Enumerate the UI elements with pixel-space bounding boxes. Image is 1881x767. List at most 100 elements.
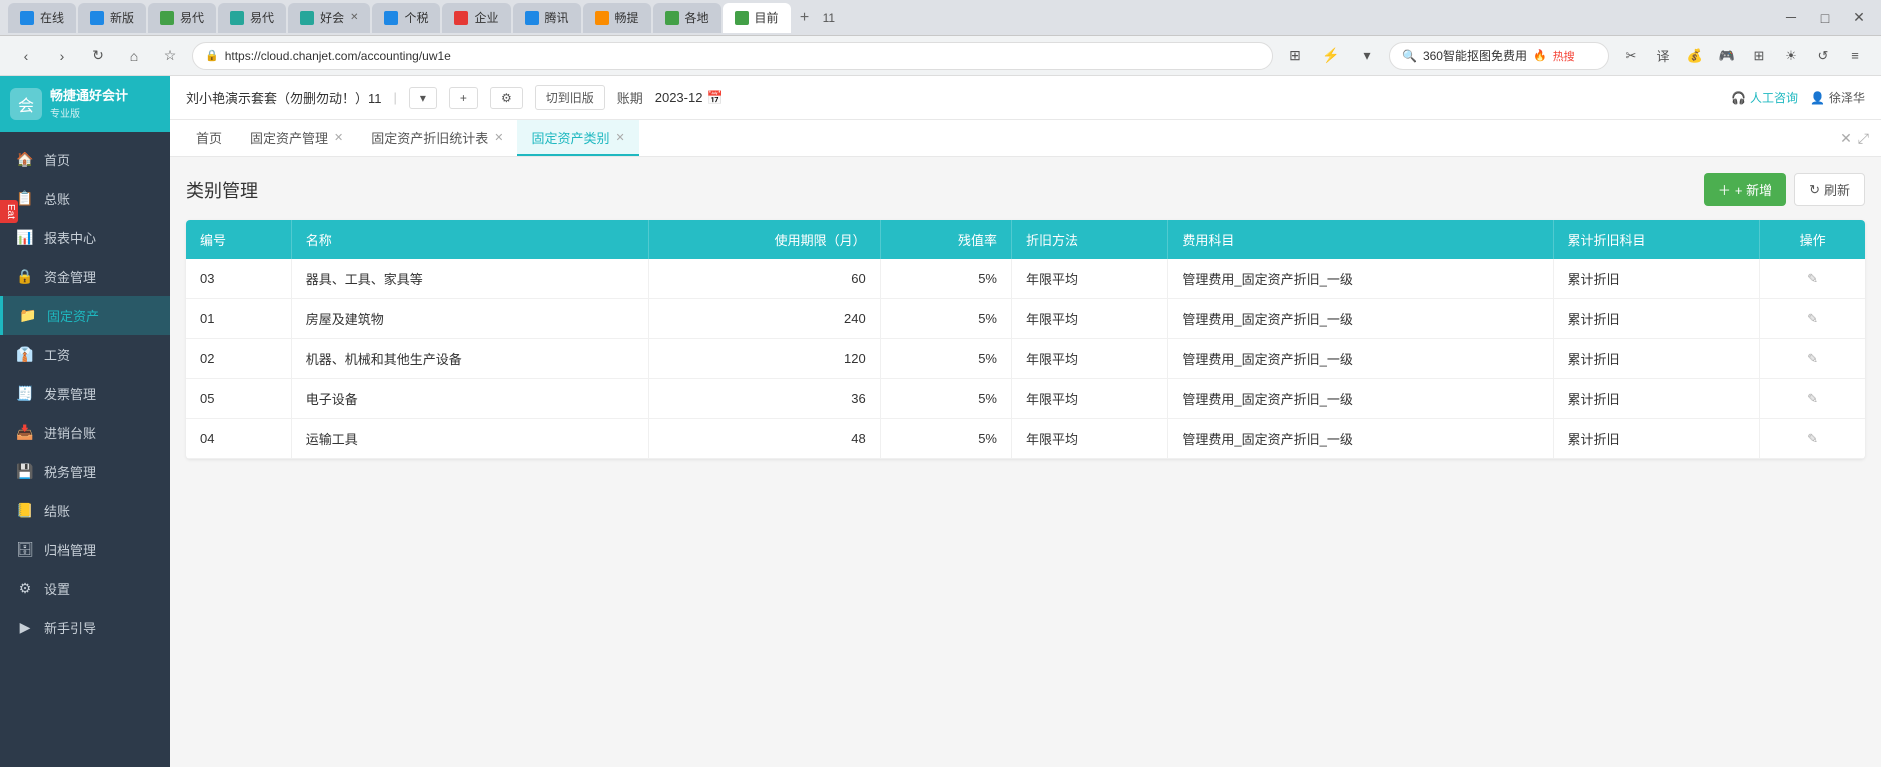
user-profile[interactable]: 👤 徐泽华 <box>1810 89 1865 106</box>
cell-action-2[interactable]: ✎ <box>1760 339 1865 379</box>
edit-icon-1[interactable]: ✎ <box>1807 311 1818 326</box>
sidebar-item-settings[interactable]: ⚙ 设置 <box>0 569 170 608</box>
content-header: 类别管理 ＋ + 新增 ↻ 刷新 <box>186 173 1865 206</box>
content-actions: ＋ + 新增 ↻ 刷新 <box>1704 173 1865 206</box>
menu-icon[interactable]: ≡ <box>1841 42 1869 70</box>
cell-action-1[interactable]: ✎ <box>1760 299 1865 339</box>
tab-fixed-assets-management[interactable]: 固定资产管理 ✕ <box>236 120 357 156</box>
dropdown-button[interactable]: ▾ <box>1353 42 1381 70</box>
sidebar-item-invoice[interactable]: 🧾 发票管理 <box>0 374 170 413</box>
tab-count: 11 <box>819 11 839 25</box>
minimize-button[interactable]: － <box>1777 4 1805 32</box>
invoice-icon: 🧾 <box>16 385 34 402</box>
cell-months-4: 48 <box>648 419 880 459</box>
cell-rate-2: 5% <box>880 339 1011 379</box>
sidebar-item-funds[interactable]: 🔒 资金管理 <box>0 257 170 296</box>
table-row: 03 器具、工具、家具等 60 5% 年限平均 管理费用_固定资产折旧_一级 累… <box>186 259 1865 299</box>
headset-icon: 🎧 <box>1731 91 1746 105</box>
table-body: 03 器具、工具、家具等 60 5% 年限平均 管理费用_固定资产折旧_一级 累… <box>186 259 1865 459</box>
switch-version-button[interactable]: 切到旧版 <box>535 85 605 110</box>
service-button[interactable]: 🎧 人工咨询 <box>1731 89 1798 106</box>
cell-accum-2: 累计折旧 <box>1553 339 1760 379</box>
edit-icon-2[interactable]: ✎ <box>1807 351 1818 366</box>
col-expense: 费用科目 <box>1168 220 1553 259</box>
close-browser-button[interactable]: ✕ <box>1845 4 1873 32</box>
sidebar-item-archive[interactable]: 🗄 归档管理 <box>0 530 170 569</box>
settings-header-button[interactable]: ⚙ <box>490 87 523 109</box>
sidebar-item-purchases[interactable]: 📥 进销台账 <box>0 413 170 452</box>
page-title: 类别管理 <box>186 177 258 203</box>
add-company-button[interactable]: + <box>449 87 478 109</box>
cell-expense-1: 管理费用_固定资产折旧_一级 <box>1168 299 1553 339</box>
tab-asset-category[interactable]: 固定资产类别 ✕ <box>517 120 638 156</box>
reload-button[interactable]: ↻ <box>84 42 112 70</box>
sidebar-item-reports[interactable]: 📊 报表中心 <box>0 218 170 257</box>
browser-tab-0[interactable]: 在线 <box>8 3 76 33</box>
browser-tab-6[interactable]: 企业 <box>442 3 510 33</box>
payroll-icon: 👔 <box>16 346 34 363</box>
browser-tab-5[interactable]: 个税 <box>372 3 440 33</box>
sidebar-item-guide[interactable]: ▶ 新手引导 <box>0 608 170 647</box>
wallet-icon[interactable]: 💰 <box>1681 42 1709 70</box>
edit-icon-4[interactable]: ✎ <box>1807 431 1818 446</box>
search-icon: 🔍 <box>1402 49 1417 63</box>
col-code: 编号 <box>186 220 291 259</box>
col-rate: 残值率 <box>880 220 1011 259</box>
expand-tabs-button[interactable]: ⤢ <box>1858 130 1869 147</box>
sidebar-item-tax[interactable]: 💾 税务管理 <box>0 452 170 491</box>
brightness-icon[interactable]: ☀ <box>1777 42 1805 70</box>
new-tab-button[interactable]: + <box>793 6 817 30</box>
browser-tab-9[interactable]: 各地 <box>653 3 721 33</box>
site-info-button[interactable]: ⊞ <box>1281 42 1309 70</box>
cell-action-4[interactable]: ✎ <box>1760 419 1865 459</box>
sidebar-item-fixed-assets[interactable]: 📁 固定资产 <box>0 296 170 335</box>
cell-name-0: 器具、工具、家具等 <box>291 259 648 299</box>
sidebar-item-payroll[interactable]: 👔 工资 <box>0 335 170 374</box>
browser-toolbar: ‹ › ↻ ⌂ ☆ 🔒 https://cloud.chanjet.com/ac… <box>0 36 1881 76</box>
back-button[interactable]: ‹ <box>12 42 40 70</box>
address-bar[interactable]: 🔒 https://cloud.chanjet.com/accounting/u… <box>192 42 1273 70</box>
lightning-button[interactable]: ⚡ <box>1317 42 1345 70</box>
forward-button[interactable]: › <box>48 42 76 70</box>
close-all-tabs-button[interactable]: ✕ <box>1840 130 1852 147</box>
maximize-button[interactable]: □ <box>1811 4 1839 32</box>
tab-close-depreciation-stats[interactable]: ✕ <box>494 131 503 144</box>
calendar-icon[interactable]: 📅 <box>706 90 722 106</box>
reports-icon: 📊 <box>16 229 34 246</box>
browser-search-bar[interactable]: 🔍 360智能抠图免费用 🔥 热搜 <box>1389 42 1609 70</box>
browser-tab-1[interactable]: 新版 <box>78 3 146 33</box>
refresh-button[interactable]: ↻ 刷新 <box>1794 173 1865 206</box>
left-badge[interactable]: Eat <box>0 200 18 223</box>
table-row: 05 电子设备 36 5% 年限平均 管理费用_固定资产折旧_一级 累计折旧 ✎ <box>186 379 1865 419</box>
edit-icon-0[interactable]: ✎ <box>1807 271 1818 286</box>
browser-tab-2[interactable]: 易代 <box>148 3 216 33</box>
browser-tab-10[interactable]: 目前 <box>723 3 791 33</box>
browser-tab-3[interactable]: 易代 <box>218 3 286 33</box>
sidebar-item-closing[interactable]: 📒 结账 <box>0 491 170 530</box>
tab-close-fixed-assets-management[interactable]: ✕ <box>334 131 343 144</box>
grid-icon[interactable]: ⊞ <box>1745 42 1773 70</box>
scissors-icon[interactable]: ✂ <box>1617 42 1645 70</box>
cell-action-0[interactable]: ✎ <box>1760 259 1865 299</box>
tab-home[interactable]: 首页 <box>182 120 236 156</box>
sidebar-item-ledger[interactable]: 📋 总账 <box>0 179 170 218</box>
cell-action-3[interactable]: ✎ <box>1760 379 1865 419</box>
edit-icon-3[interactable]: ✎ <box>1807 391 1818 406</box>
tab-depreciation-stats[interactable]: 固定资产折旧统计表 ✕ <box>357 120 517 156</box>
undo-icon[interactable]: ↺ <box>1809 42 1837 70</box>
bookmark-button[interactable]: ☆ <box>156 42 184 70</box>
browser-tab-4[interactable]: 好会✕ <box>288 3 370 33</box>
cell-code-3: 05 <box>186 379 291 419</box>
cell-accum-4: 累计折旧 <box>1553 419 1760 459</box>
browser-tab-8[interactable]: 畅提 <box>583 3 651 33</box>
ledger-icon: 📋 <box>16 190 34 207</box>
add-category-button[interactable]: ＋ + 新增 <box>1704 173 1786 206</box>
cell-months-2: 120 <box>648 339 880 379</box>
translate-icon[interactable]: 译 <box>1649 42 1677 70</box>
expand-company-button[interactable]: ▾ <box>409 87 437 109</box>
game-icon[interactable]: 🎮 <box>1713 42 1741 70</box>
home-button[interactable]: ⌂ <box>120 42 148 70</box>
browser-tab-7[interactable]: 腾讯 <box>513 3 581 33</box>
sidebar-item-home[interactable]: 🏠 首页 <box>0 140 170 179</box>
tab-close-asset-category[interactable]: ✕ <box>616 131 625 144</box>
